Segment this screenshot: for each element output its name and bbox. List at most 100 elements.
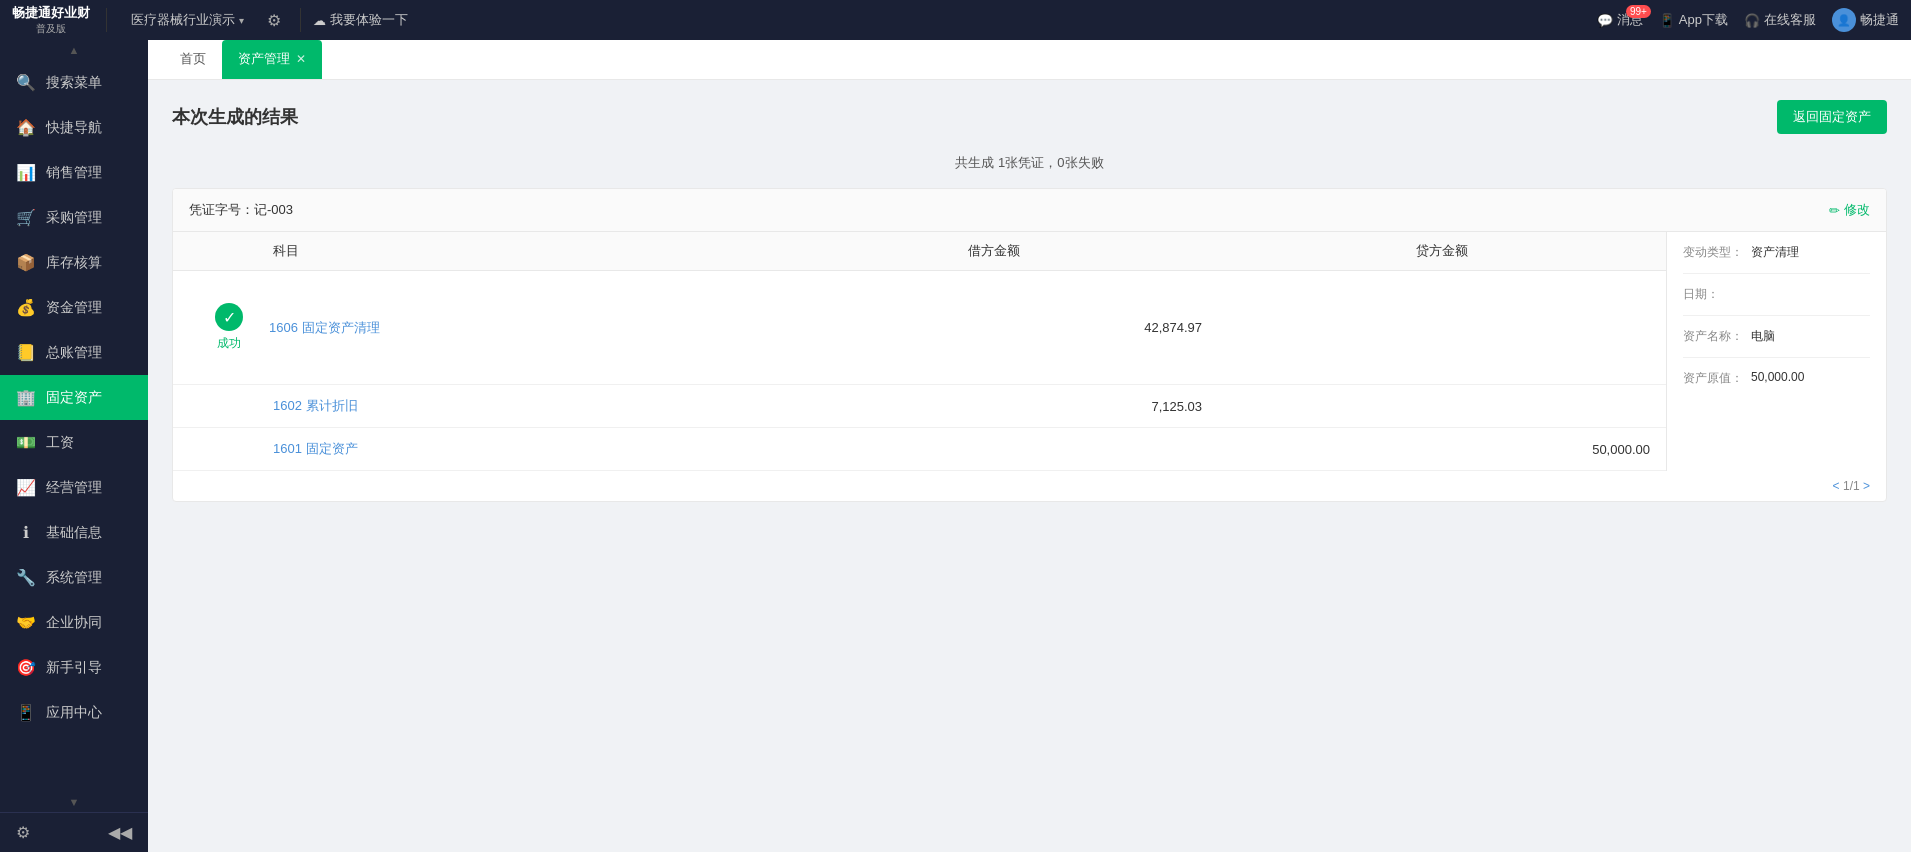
asset-name-value: 电脑 (1751, 328, 1775, 345)
sidebar-item-system[interactable]: 🔧 系统管理 (0, 555, 148, 600)
date-label: 日期： (1683, 286, 1719, 303)
sidebar-collapse-icon[interactable]: ◀◀ (108, 823, 132, 842)
sidebar-item-fixed-assets[interactable]: 🏢 固定资产 (0, 375, 148, 420)
subject-link-3[interactable]: 1601 固定资产 (273, 441, 358, 456)
asset-name-label: 资产名称： (1683, 328, 1743, 345)
sidebar-item-quick-nav[interactable]: 🏠 快捷导航 (0, 105, 148, 150)
sidebar: ▲ 🔍 搜索菜单 🏠 快捷导航 📊 销售管理 🛒 采购管理 📦 库存核算 (0, 40, 148, 852)
funds-icon: 💰 (16, 298, 36, 317)
edit-label: 修改 (1844, 201, 1870, 219)
credit-cell-1 (1218, 271, 1666, 385)
sidebar-item-ledger[interactable]: 📒 总账管理 (0, 330, 148, 375)
status-area: ✓ 成功 (189, 283, 269, 372)
scroll-up-indicator[interactable]: ▲ (0, 40, 148, 60)
tab-home[interactable]: 首页 (164, 40, 222, 79)
user-area[interactable]: 👤 畅捷通 (1832, 8, 1899, 32)
asset-name-row: 资产名称： 电脑 (1683, 328, 1870, 345)
original-value-label: 资产原值： (1683, 370, 1743, 387)
sidebar-scroll: 🔍 搜索菜单 🏠 快捷导航 📊 销售管理 🛒 采购管理 📦 库存核算 💰 (0, 60, 148, 792)
sidebar-item-label: 基础信息 (46, 524, 102, 542)
message-button[interactable]: 💬 消息 99+ (1597, 11, 1643, 29)
table-row: 1602 累计折旧 7,125.03 (173, 385, 1666, 428)
edit-icon: ✏ (1829, 203, 1840, 218)
user-name: 畅捷通 (1860, 11, 1899, 29)
status-label: 成功 (217, 335, 241, 352)
subject-cell: 1601 固定资产 (173, 428, 770, 471)
sidebar-item-label: 应用中心 (46, 704, 102, 722)
subject-link-2[interactable]: 1602 累计折旧 (273, 398, 358, 413)
logo-sub: 普及版 (36, 22, 66, 36)
prev-page-icon[interactable]: < (1833, 479, 1840, 493)
sidebar-item-purchase[interactable]: 🛒 采购管理 (0, 195, 148, 240)
sidebar-item-label: 固定资产 (46, 389, 102, 407)
pagination: < 1/1 > (173, 471, 1886, 501)
operations-icon: 📈 (16, 478, 36, 497)
tab-asset-mgmt-label: 资产管理 (238, 50, 290, 68)
page-content: 本次生成的结果 返回固定资产 共生成 1张凭证，0张失败 凭证字号：记-003 … (148, 80, 1911, 852)
basic-info-icon: ℹ (16, 523, 36, 542)
page-info: 1/1 (1843, 479, 1863, 493)
payroll-icon: 💵 (16, 433, 36, 452)
original-value-row: 资产原值： 50,000.00 (1683, 370, 1870, 387)
sidebar-item-payroll[interactable]: 💵 工资 (0, 420, 148, 465)
customer-service-button[interactable]: 🎧 在线客服 (1744, 11, 1816, 29)
sidebar-item-label: 快捷导航 (46, 119, 102, 137)
sidebar-item-search[interactable]: 🔍 搜索菜单 (0, 60, 148, 105)
divider (1683, 315, 1870, 316)
debit-cell-2: 7,125.03 (770, 385, 1218, 428)
message-badge: 99+ (1626, 5, 1651, 18)
logo-area: 畅捷通好业财 普及版 (12, 4, 90, 36)
sidebar-item-operations[interactable]: 📈 经营管理 (0, 465, 148, 510)
fixed-assets-icon: 🏢 (16, 388, 36, 407)
subject-link-1[interactable]: 1606 固定资产清理 (269, 319, 380, 337)
search-icon: 🔍 (16, 73, 36, 92)
sidebar-item-label: 总账管理 (46, 344, 102, 362)
voucher-body: 科目 借方金额 贷方金额 (173, 232, 1886, 471)
sidebar-item-label: 经营管理 (46, 479, 102, 497)
sidebar-item-basic-info[interactable]: ℹ 基础信息 (0, 510, 148, 555)
sidebar-item-label: 销售管理 (46, 164, 102, 182)
top-header: 畅捷通好业财 普及版 医疗器械行业演示 ▾ ⚙ ☁ 我要体验一下 💬 消息 99… (0, 0, 1911, 40)
app-download-label: App下载 (1679, 11, 1728, 29)
scroll-down-indicator[interactable]: ▼ (0, 792, 148, 812)
subject-cell: 1602 累计折旧 (173, 385, 770, 428)
tab-asset-mgmt[interactable]: 资产管理 ✕ (222, 40, 322, 79)
success-icon: ✓ (215, 303, 243, 331)
main-layout: ▲ 🔍 搜索菜单 🏠 快捷导航 📊 销售管理 🛒 采购管理 📦 库存核算 (0, 40, 1911, 852)
sidebar-item-sales[interactable]: 📊 销售管理 (0, 150, 148, 195)
sales-icon: 📊 (16, 163, 36, 182)
experience-label: 我要体验一下 (330, 11, 408, 29)
sidebar-item-inventory[interactable]: 📦 库存核算 (0, 240, 148, 285)
company-selector[interactable]: 医疗器械行业演示 ▾ (123, 11, 252, 29)
sidebar-item-app-center[interactable]: 📱 应用中心 (0, 690, 148, 735)
experience-button[interactable]: ☁ 我要体验一下 (313, 11, 408, 29)
col-debit: 借方金额 (770, 232, 1218, 271)
sidebar-item-guide[interactable]: 🎯 新手引导 (0, 645, 148, 690)
tab-bar: 首页 资产管理 ✕ (148, 40, 1911, 80)
voucher-left: 科目 借方金额 贷方金额 (173, 232, 1666, 471)
original-value-value: 50,000.00 (1751, 370, 1804, 387)
table-row: 1601 固定资产 50,000.00 (173, 428, 1666, 471)
back-button[interactable]: 返回固定资产 (1777, 100, 1887, 134)
content-area: 首页 资产管理 ✕ 本次生成的结果 返回固定资产 共生成 1张凭证，0张失败 凭… (148, 40, 1911, 852)
subject-cell: ✓ 成功 1606 固定资产清理 (173, 271, 770, 385)
ledger-icon: 📒 (16, 343, 36, 362)
sidebar-item-label: 资金管理 (46, 299, 102, 317)
next-page-icon[interactable]: > (1863, 479, 1870, 493)
tab-close-icon[interactable]: ✕ (296, 52, 306, 66)
edit-button[interactable]: ✏ 修改 (1829, 201, 1870, 219)
sidebar-item-enterprise[interactable]: 🤝 企业协同 (0, 600, 148, 645)
sidebar-item-funds[interactable]: 💰 资金管理 (0, 285, 148, 330)
change-type-label: 变动类型： (1683, 244, 1743, 261)
inventory-icon: 📦 (16, 253, 36, 272)
sidebar-settings-icon[interactable]: ⚙ (16, 823, 30, 842)
voucher-table: 科目 借方金额 贷方金额 (173, 232, 1666, 471)
table-row: ✓ 成功 1606 固定资产清理 42,874.97 (173, 271, 1666, 385)
header-settings-icon[interactable]: ⚙ (260, 6, 288, 34)
company-name: 医疗器械行业演示 (131, 11, 235, 29)
credit-cell-3: 50,000.00 (1218, 428, 1666, 471)
app-download-button[interactable]: 📱 App下载 (1659, 11, 1728, 29)
headset-icon: 🎧 (1744, 13, 1760, 28)
date-row: 日期： (1683, 286, 1870, 303)
page-title: 本次生成的结果 (172, 105, 298, 129)
